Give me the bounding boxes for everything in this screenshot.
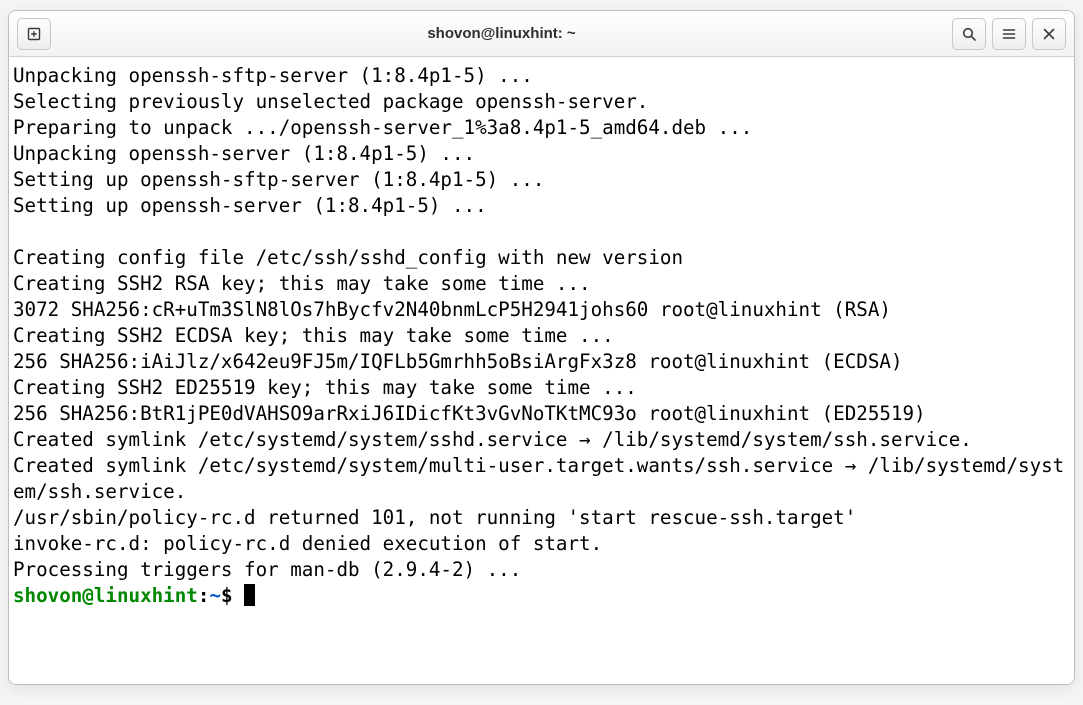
titlebar: shovon@linuxhint: ~ — [9, 11, 1074, 57]
prompt-separator: : — [198, 584, 210, 607]
terminal-window: shovon@linuxhint: ~ — [8, 10, 1075, 685]
titlebar-right-group — [952, 18, 1066, 50]
window-title: shovon@linuxhint: ~ — [57, 25, 946, 42]
prompt-symbol: $ — [221, 584, 233, 607]
search-button[interactable] — [952, 18, 986, 50]
new-tab-icon — [26, 26, 42, 42]
close-icon — [1041, 26, 1057, 42]
hamburger-icon — [1001, 26, 1017, 42]
close-button[interactable] — [1032, 18, 1066, 50]
new-tab-button[interactable] — [17, 18, 51, 50]
prompt-user-host: shovon@linuxhint — [13, 584, 198, 607]
menu-button[interactable] — [992, 18, 1026, 50]
search-icon — [961, 26, 977, 42]
terminal-output[interactable]: Unpacking openssh-sftp-server (1:8.4p1-5… — [9, 57, 1074, 684]
prompt-path: ~ — [209, 584, 221, 607]
terminal-cursor — [244, 584, 255, 606]
